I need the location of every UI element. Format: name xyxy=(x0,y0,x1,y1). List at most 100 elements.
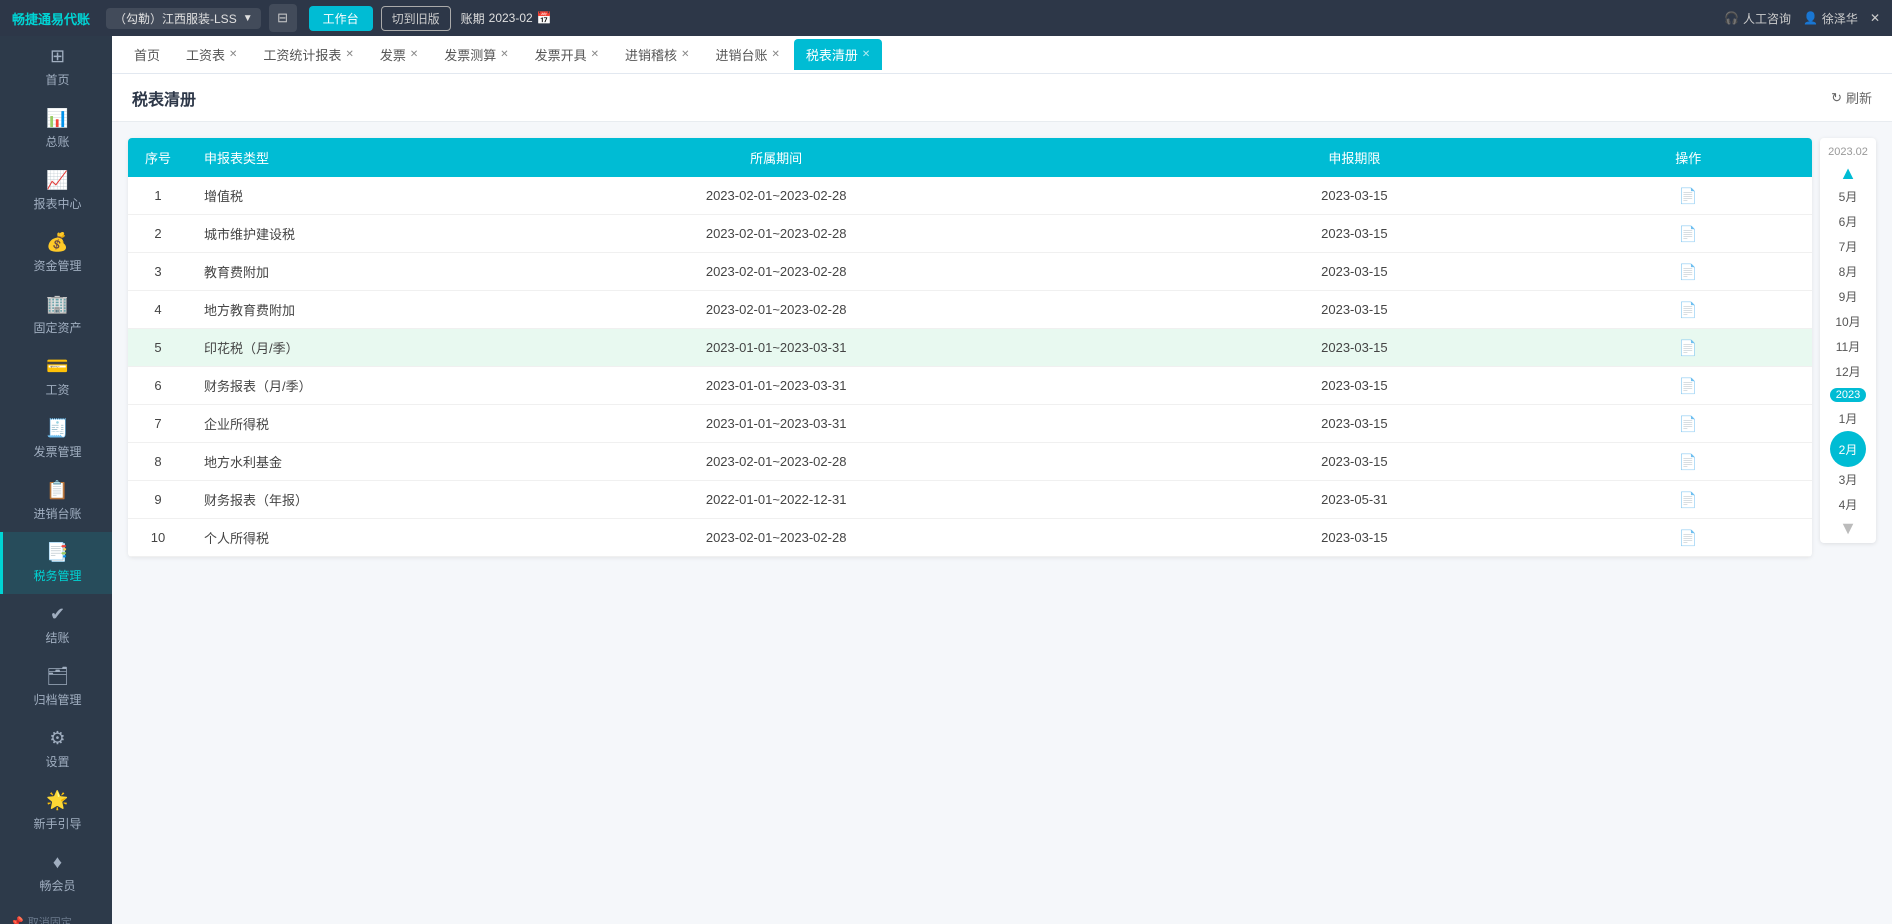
calendar-down-icon[interactable]: ▼ xyxy=(1839,519,1857,537)
action-doc-icon[interactable]: 📄 xyxy=(1679,530,1698,547)
year-2023-badge[interactable]: 2023 xyxy=(1830,388,1866,402)
report-icon: 📈 xyxy=(46,170,68,191)
cell-action[interactable]: 📄 xyxy=(1564,519,1812,557)
table-row: 6 财务报表（月/季） 2023-01-01~2023-03-31 2023-0… xyxy=(128,367,1812,405)
calendar-icon[interactable]: 📅 xyxy=(537,11,552,25)
calendar-up-icon[interactable]: ▲ xyxy=(1839,164,1857,182)
cell-action[interactable]: 📄 xyxy=(1564,291,1812,329)
tab-close-icon[interactable]: ✕ xyxy=(500,49,508,60)
tab-close-icon[interactable]: ✕ xyxy=(681,49,689,60)
sidebar-item-guide[interactable]: 🌟 新手引导 xyxy=(0,780,112,842)
cal-month-1[interactable]: 1月 xyxy=(1820,406,1876,431)
invoice-icon: 🧾 xyxy=(46,418,68,439)
cal-month-2-active[interactable]: 2月 xyxy=(1830,431,1866,467)
sidebar-item-label: 畅会员 xyxy=(39,877,75,894)
cell-no: 4 xyxy=(128,291,188,329)
tab-home[interactable]: 首页 xyxy=(122,39,172,70)
cal-month-12[interactable]: 12月 xyxy=(1820,359,1876,384)
tab-close-icon[interactable]: ✕ xyxy=(229,49,237,60)
cell-type: 财务报表（月/季） xyxy=(188,367,408,405)
tab-close-icon[interactable]: ✕ xyxy=(771,49,779,60)
sidebar-item-report[interactable]: 📈 报表中心 xyxy=(0,160,112,222)
tab-label: 税表清册 xyxy=(806,45,858,64)
wage-icon: 💳 xyxy=(46,356,68,377)
sidebar-item-asset[interactable]: 🏢 固定资产 xyxy=(0,284,112,346)
tab-invoice-open[interactable]: 发票开具 ✕ xyxy=(523,39,611,70)
sidebar-item-tax[interactable]: 📑 税务管理 xyxy=(0,532,112,594)
cal-month-6[interactable]: 6月 xyxy=(1820,209,1876,234)
tax-table: 序号 申报表类型 所属期间 申报期限 操作 1 增值税 2023-02-01~2… xyxy=(128,138,1812,557)
sidebar-item-home[interactable]: ⊞ 首页 xyxy=(0,36,112,98)
sidebar-item-archive[interactable]: 🗂 归档管理 xyxy=(0,656,112,718)
action-doc-icon[interactable]: 📄 xyxy=(1679,416,1698,433)
company-selector[interactable]: （勾勒）江西服装-LSS ▼ xyxy=(106,8,261,29)
action-doc-icon[interactable]: 📄 xyxy=(1679,226,1698,243)
cell-action[interactable]: 📄 xyxy=(1564,329,1812,367)
tab-label: 首页 xyxy=(134,45,160,64)
cell-action[interactable]: 📄 xyxy=(1564,367,1812,405)
cal-month-8[interactable]: 8月 xyxy=(1820,259,1876,284)
tab-wage[interactable]: 工资表 ✕ xyxy=(174,39,249,70)
sidebar-item-fund[interactable]: 💰 资金管理 xyxy=(0,222,112,284)
tab-wage-stat[interactable]: 工资统计报表 ✕ xyxy=(251,39,365,70)
cell-deadline: 2023-05-31 xyxy=(1144,481,1564,519)
sidebar-item-ledger[interactable]: 📊 总账 xyxy=(0,98,112,160)
cell-action[interactable]: 📄 xyxy=(1564,177,1812,215)
action-doc-icon[interactable]: 📄 xyxy=(1679,302,1698,319)
tab-in-ledger[interactable]: 进销台账 ✕ xyxy=(703,39,791,70)
cal-month-5[interactable]: 5月 xyxy=(1820,184,1876,209)
table-row: 4 地方教育费附加 2023-02-01~2023-02-28 2023-03-… xyxy=(128,291,1812,329)
sidebar-item-reconcile[interactable]: 📋 进销台账 xyxy=(0,470,112,532)
tab-invoice[interactable]: 发票 ✕ xyxy=(368,39,430,70)
sidebar: ⊞ 首页 📊 总账 📈 报表中心 💰 资金管理 🏢 固定资产 💳 工资 🧾 发票… xyxy=(0,36,112,924)
cell-type: 个人所得税 xyxy=(188,519,408,557)
action-doc-icon[interactable]: 📄 xyxy=(1679,340,1698,357)
cell-action[interactable]: 📄 xyxy=(1564,405,1812,443)
tab-tax-clear[interactable]: 税表清册 ✕ xyxy=(794,39,882,70)
cell-action[interactable]: 📄 xyxy=(1564,443,1812,481)
workbench-button[interactable]: 工作台 xyxy=(309,6,373,31)
cell-deadline: 2023-03-15 xyxy=(1144,177,1564,215)
sidebar-item-vip[interactable]: ♦ 畅会员 xyxy=(0,842,112,904)
company-name: （勾勒）江西服装-LSS xyxy=(114,10,237,27)
tab-close-icon[interactable]: ✕ xyxy=(862,49,870,60)
period-label: 账期 xyxy=(461,10,485,27)
cell-deadline: 2023-03-15 xyxy=(1144,291,1564,329)
company-icon-btn[interactable]: ⊟ xyxy=(269,4,297,32)
cal-month-10[interactable]: 10月 xyxy=(1820,309,1876,334)
action-doc-icon[interactable]: 📄 xyxy=(1679,264,1698,281)
tab-invoice-calc[interactable]: 发票测算 ✕ xyxy=(432,39,520,70)
cal-month-4[interactable]: 4月 xyxy=(1820,492,1876,517)
cell-no: 9 xyxy=(128,481,188,519)
ai-consult-btn[interactable]: 🎧 人工咨询 xyxy=(1724,10,1791,27)
action-doc-icon[interactable]: 📄 xyxy=(1679,454,1698,471)
user-profile[interactable]: 👤 徐泽华 xyxy=(1803,10,1858,27)
cell-action[interactable]: 📄 xyxy=(1564,253,1812,291)
data-table-wrap: 序号 申报表类型 所属期间 申报期限 操作 1 增值税 2023-02-01~2… xyxy=(128,138,1812,908)
cal-month-7[interactable]: 7月 xyxy=(1820,234,1876,259)
cell-no: 3 xyxy=(128,253,188,291)
settings-icon: ⚙ xyxy=(49,728,65,749)
cal-month-3[interactable]: 3月 xyxy=(1820,467,1876,492)
action-doc-icon[interactable]: 📄 xyxy=(1679,378,1698,395)
action-doc-icon[interactable]: 📄 xyxy=(1679,188,1698,205)
refresh-button[interactable]: ↻ 刷新 xyxy=(1831,88,1872,107)
top-right-actions: 🎧 人工咨询 👤 徐泽华 ✕ xyxy=(1724,10,1880,27)
cell-action[interactable]: 📄 xyxy=(1564,215,1812,253)
tab-in-audit[interactable]: 进销稽核 ✕ xyxy=(613,39,701,70)
cal-month-11[interactable]: 11月 xyxy=(1820,334,1876,359)
cal-month-9[interactable]: 9月 xyxy=(1820,284,1876,309)
window-close-icon[interactable]: ✕ xyxy=(1870,11,1880,25)
tab-close-icon[interactable]: ✕ xyxy=(345,49,353,60)
col-header-type: 申报表类型 xyxy=(188,138,408,177)
tab-close-icon[interactable]: ✕ xyxy=(410,49,418,60)
sidebar-item-close[interactable]: ✔ 结账 xyxy=(0,594,112,656)
action-doc-icon[interactable]: 📄 xyxy=(1679,492,1698,509)
sidebar-item-settings[interactable]: ⚙ 设置 xyxy=(0,718,112,780)
tab-close-icon[interactable]: ✕ xyxy=(591,49,599,60)
switch-old-button[interactable]: 切到旧版 xyxy=(381,6,451,31)
cell-action[interactable]: 📄 xyxy=(1564,481,1812,519)
sidebar-item-wage[interactable]: 💳 工资 xyxy=(0,346,112,408)
sidebar-item-invoice[interactable]: 🧾 发票管理 xyxy=(0,408,112,470)
unpin-button[interactable]: 📌 取消固定 xyxy=(0,904,112,924)
